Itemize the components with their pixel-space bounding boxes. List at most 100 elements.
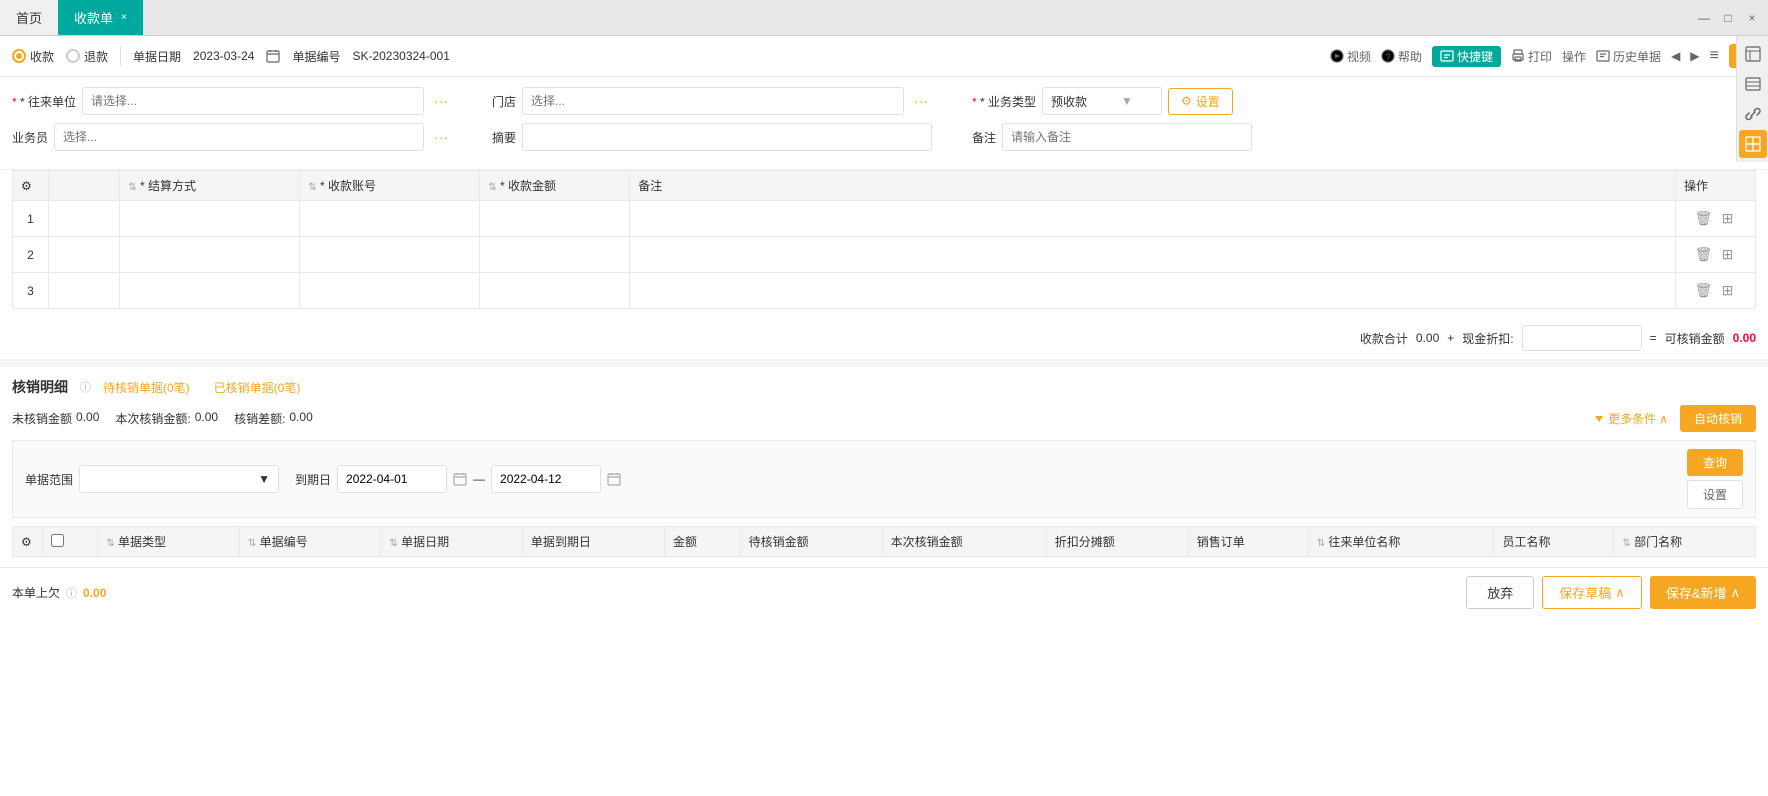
draft-btn[interactable]: 保存草稿 ∧ xyxy=(1542,576,1642,609)
this-time-value: 0.00 xyxy=(195,410,218,427)
verify-title: 核销明细 xyxy=(12,377,68,397)
th-doc-number: ⇅ 单据编号 xyxy=(239,527,381,557)
row2-copy-icon[interactable]: ⊞ xyxy=(1718,245,1738,265)
row1-copy-icon[interactable]: ⊞ xyxy=(1718,209,1738,229)
row3-delete-icon[interactable]: 🗑 xyxy=(1694,281,1714,301)
video-btn[interactable]: 视频 xyxy=(1330,48,1371,65)
salesperson-more-btn[interactable]: ··· xyxy=(430,129,452,145)
th-checkbox: ⚙ xyxy=(13,527,43,557)
table-row: 1 🗑 ⊞ xyxy=(13,201,1756,237)
radio-receive-dot xyxy=(12,49,26,63)
verify-section: 核销明细 ⓘ 待核销单据(0笔) 已核销单据(0笔) 未核销金额 0.00 本次… xyxy=(0,367,1768,567)
available-label: 可核销金额 xyxy=(1665,330,1725,347)
store-label: 门店 xyxy=(492,93,516,110)
remark-input[interactable] xyxy=(1002,123,1252,151)
header-toolbar: 收款 退款 单据日期 2023-03-24 单据编号 SK-20230324-0… xyxy=(0,36,1768,77)
row3-copy-icon[interactable]: ⊞ xyxy=(1718,281,1738,301)
filter-setting-btn[interactable]: 设置 xyxy=(1687,480,1743,509)
page-footer: 本单上欠 ⓘ 0.00 放弃 保存草稿 ∧ 保存&新增 ∧ xyxy=(0,567,1768,617)
calendar-end-icon[interactable] xyxy=(607,472,621,486)
summary-input[interactable] xyxy=(522,123,932,151)
more-conditions-btn[interactable]: 更多条件 ∧ xyxy=(1593,410,1668,427)
row2-delete-icon[interactable]: 🗑 xyxy=(1694,245,1714,265)
date-value: 2023-03-24 xyxy=(193,49,254,63)
sidebar-expand-icon[interactable] xyxy=(1739,130,1767,158)
radio-group: 收款 退款 xyxy=(12,48,108,65)
th-operation: 操作 xyxy=(1676,171,1756,201)
th-row-num xyxy=(49,171,120,201)
salesperson-input[interactable] xyxy=(54,123,424,151)
th-employee-name: 员工名称 xyxy=(1494,527,1614,557)
th-this-time-amount: 本次核销金额 xyxy=(882,527,1046,557)
operation-btn[interactable]: 操作 xyxy=(1562,48,1586,65)
due-date-start-input[interactable] xyxy=(337,465,447,493)
discount-label: 现金折扣: xyxy=(1462,330,1513,347)
table-row: 2 🗑 ⊞ xyxy=(13,237,1756,273)
done-tab[interactable]: 已核销单据(0笔) xyxy=(214,379,301,396)
tab-close-icon[interactable]: × xyxy=(121,12,127,23)
nav-next-btn[interactable]: ▶ xyxy=(1690,49,1699,63)
remark-label: 备注 xyxy=(972,129,996,146)
radio-receive[interactable]: 收款 xyxy=(12,48,54,65)
bottom-table: ⚙ ⇅ 单据类型 ⇅ 单据编号 ⇅ 单据日期 xyxy=(12,526,1756,557)
th-checkbox-col xyxy=(43,527,98,557)
verify-info-icon[interactable]: ⓘ xyxy=(80,379,91,395)
th-account: ⇅ * 收款账号 xyxy=(300,171,480,201)
row1-delete-icon[interactable]: 🗑 xyxy=(1694,209,1714,229)
window-maximize-btn[interactable]: □ xyxy=(1720,10,1736,26)
uncleaned-value: 0.00 xyxy=(76,410,99,427)
store-more-btn[interactable]: ··· xyxy=(910,93,932,109)
query-btn[interactable]: 查询 xyxy=(1687,449,1743,476)
due-date-end-input[interactable] xyxy=(491,465,601,493)
tab-home[interactable]: 首页 xyxy=(0,0,58,35)
diff-value: 0.00 xyxy=(289,410,312,427)
pending-tab[interactable]: 待核销单据(0笔) xyxy=(103,379,190,396)
footer-info-icon[interactable]: ⓘ xyxy=(66,585,77,601)
calendar-start-icon[interactable] xyxy=(453,472,467,486)
window-close-btn[interactable]: × xyxy=(1744,10,1760,26)
uncleaned-label: 未核销金额 xyxy=(12,410,72,427)
range-select[interactable]: ▼ xyxy=(79,465,279,493)
sidebar-table-icon[interactable] xyxy=(1739,40,1767,68)
th-doc-type: ⇅ 单据类型 xyxy=(98,527,240,557)
radio-refund[interactable]: 退款 xyxy=(66,48,108,65)
counterpart-input[interactable] xyxy=(82,87,424,115)
sidebar-link-icon[interactable] xyxy=(1739,100,1767,128)
th-amount: 金额 xyxy=(664,527,740,557)
available-value: 0.00 xyxy=(1733,331,1756,345)
th-sales-order: 销售订单 xyxy=(1188,527,1308,557)
discount-input[interactable] xyxy=(1522,325,1642,351)
nav-prev-btn[interactable]: ◀ xyxy=(1671,49,1680,63)
this-order-value: 0.00 xyxy=(83,586,106,600)
list-view-btn[interactable]: ≡ xyxy=(1710,47,1719,65)
settings-btn[interactable]: ⚙ 设置 xyxy=(1168,88,1233,115)
th-discount: 折扣分摊额 xyxy=(1046,527,1188,557)
sidebar-list-icon[interactable] xyxy=(1739,70,1767,98)
counterpart-more-btn[interactable]: ··· xyxy=(430,93,452,109)
th-dept-name: ⇅ 部门名称 xyxy=(1614,527,1756,557)
main-table: ⚙ ⇅ * 结算方式 ⇅ * 收款账号 ⇅ * 收款金额 xyxy=(12,170,1756,309)
date-label: 单据日期 xyxy=(133,48,181,65)
th-settlement: ⇅ * 结算方式 xyxy=(120,171,300,201)
table-gear-th[interactable]: ⚙ xyxy=(13,171,49,201)
help-btn[interactable]: ? 帮助 xyxy=(1381,48,1422,65)
print-btn[interactable]: 打印 xyxy=(1511,48,1552,65)
th-doc-date: ⇅ 单据日期 xyxy=(381,527,523,557)
th-counterpart-name: ⇅ 往来单位名称 xyxy=(1308,527,1494,557)
save-btn[interactable]: 保存&新增 ∧ xyxy=(1650,576,1756,609)
table-row: 3 🗑 ⊞ xyxy=(13,273,1756,309)
calendar-icon[interactable] xyxy=(266,49,280,63)
right-sidebar xyxy=(1736,36,1768,162)
total-value: 0.00 xyxy=(1416,331,1439,345)
svg-text:?: ? xyxy=(1385,52,1390,62)
select-all-checkbox[interactable] xyxy=(51,534,64,547)
store-input[interactable] xyxy=(522,87,904,115)
shortcut-btn[interactable]: 快捷键 xyxy=(1432,46,1501,67)
history-btn[interactable]: 历史单据 xyxy=(1596,48,1661,65)
window-minimize-btn[interactable]: — xyxy=(1696,10,1712,26)
tab-active[interactable]: 收款单 × xyxy=(58,0,143,35)
business-type-select[interactable]: 预收款 ▼ xyxy=(1042,87,1162,115)
auto-verify-btn[interactable]: 自动核销 xyxy=(1680,405,1756,432)
form-section: * * 往来单位 ··· 门店 ··· * * 业务类型 预收款 xyxy=(0,77,1768,170)
abandon-btn[interactable]: 放弃 xyxy=(1466,576,1534,609)
